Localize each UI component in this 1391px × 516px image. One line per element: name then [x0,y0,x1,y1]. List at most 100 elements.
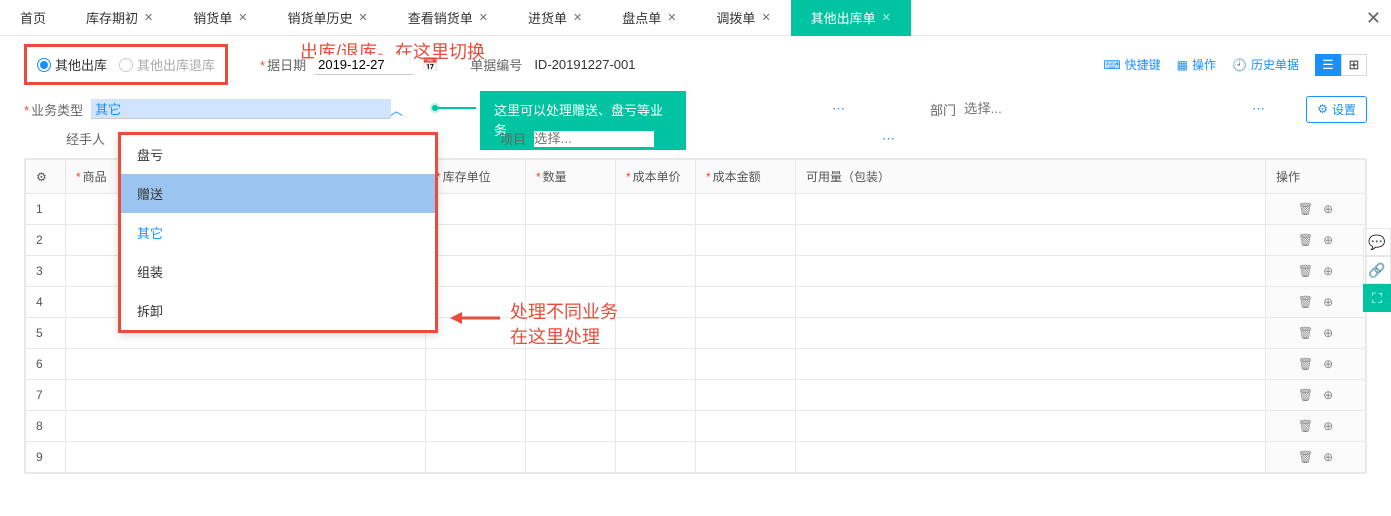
cell-qty[interactable] [526,225,616,256]
table-row[interactable]: 8🗑⊕ [26,411,1366,442]
close-icon[interactable]: ✕ [573,11,582,24]
add-icon[interactable]: ⊕ [1323,419,1333,433]
dropdown-item[interactable]: 盘亏 [121,135,435,174]
cell-amount[interactable] [696,287,796,318]
cell-unit[interactable] [426,287,526,318]
link-icon[interactable]: 🔗 [1363,256,1391,284]
cell-product[interactable] [66,380,426,411]
delete-icon[interactable]: 🗑 [1298,450,1313,464]
cell-avail[interactable] [796,380,1266,411]
cell-avail[interactable] [796,442,1266,473]
tab-transfer[interactable]: 调拨单✕ [696,0,790,36]
dropdown-item[interactable]: 拆卸 [121,291,435,330]
tab-home[interactable]: 首页 [0,0,66,36]
cell-product[interactable] [66,349,426,380]
cell-amount[interactable] [696,225,796,256]
delete-icon[interactable]: 🗑 [1298,295,1313,309]
cell-price[interactable] [616,442,696,473]
tab-view-sales[interactable]: 查看销货单✕ [388,0,508,36]
department-select[interactable] [964,101,1084,117]
cell-avail[interactable] [796,225,1266,256]
close-icon[interactable]: ✕ [238,11,247,24]
cell-amount[interactable] [696,194,796,225]
dropdown-item[interactable]: 赠送 [121,174,435,213]
cell-avail[interactable] [796,318,1266,349]
history-link[interactable]: 🕘历史单据 [1232,56,1299,73]
biztype-input[interactable] [91,99,391,119]
cell-amount[interactable] [696,349,796,380]
cell-price[interactable] [616,256,696,287]
tab-sales-order[interactable]: 销货单✕ [173,0,267,36]
radio-return[interactable]: 其他出库退库 [119,55,215,74]
cell-qty[interactable] [526,194,616,225]
delete-icon[interactable]: 🗑 [1298,388,1313,402]
close-icon[interactable]: ✕ [882,11,891,24]
shortcut-link[interactable]: ⌨快捷键 [1103,56,1160,73]
cell-unit[interactable] [426,380,526,411]
cell-price[interactable] [616,380,696,411]
cell-amount[interactable] [696,380,796,411]
operate-link[interactable]: ▦操作 [1177,56,1216,73]
cell-qty[interactable] [526,287,616,318]
cell-unit[interactable] [426,225,526,256]
comment-icon[interactable]: 💬 [1363,228,1391,256]
tab-stocktake[interactable]: 盘点单✕ [602,0,696,36]
cell-avail[interactable] [796,411,1266,442]
delete-icon[interactable]: 🗑 [1298,326,1313,340]
cell-product[interactable] [66,411,426,442]
cell-product[interactable] [66,442,426,473]
cell-unit[interactable] [426,194,526,225]
cell-avail[interactable] [796,349,1266,380]
view-card-button[interactable]: ⊞ [1341,54,1367,76]
date-input[interactable] [314,55,414,75]
view-list-button[interactable]: ☰ [1315,54,1341,76]
dropdown-item[interactable]: 其它 [121,213,435,252]
radio-outbound[interactable]: 其他出库 [37,55,107,74]
cell-unit[interactable] [426,256,526,287]
cell-qty[interactable] [526,442,616,473]
cell-qty[interactable] [526,411,616,442]
add-icon[interactable]: ⊕ [1323,264,1333,278]
cell-price[interactable] [616,225,696,256]
delete-icon[interactable]: 🗑 [1298,357,1313,371]
cell-price[interactable] [616,194,696,225]
cell-avail[interactable] [796,256,1266,287]
add-icon[interactable]: ⊕ [1323,202,1333,216]
cell-avail[interactable] [796,287,1266,318]
delete-icon[interactable]: 🗑 [1298,419,1313,433]
tab-purchase[interactable]: 进货单✕ [508,0,602,36]
settings-button[interactable]: ⚙设置 [1306,96,1367,123]
cell-unit[interactable] [426,411,526,442]
cell-avail[interactable] [796,194,1266,225]
add-icon[interactable]: ⊕ [1323,450,1333,464]
table-row[interactable]: 6🗑⊕ [26,349,1366,380]
cell-qty[interactable] [526,318,616,349]
calendar-icon[interactable]: 📅 [422,57,438,73]
add-icon[interactable]: ⊕ [1323,295,1333,309]
chevron-up-icon[interactable]: ︿ [390,100,403,119]
add-icon[interactable]: ⊕ [1323,357,1333,371]
tab-sales-history[interactable]: 销货单历史✕ [267,0,387,36]
more-icon[interactable]: ⋯ [1252,101,1265,117]
table-row[interactable]: 7🗑⊕ [26,380,1366,411]
delete-icon[interactable]: 🗑 [1298,264,1313,278]
add-icon[interactable]: ⊕ [1323,388,1333,402]
cell-unit[interactable] [426,442,526,473]
tab-inventory-init[interactable]: 库存期初✕ [66,0,173,36]
close-icon[interactable]: ✕ [667,11,676,24]
expand-icon[interactable]: ⛶ [1363,284,1391,312]
cell-qty[interactable] [526,380,616,411]
delete-icon[interactable]: 🗑 [1298,202,1313,216]
close-icon[interactable]: ✕ [359,11,368,24]
cell-amount[interactable] [696,442,796,473]
close-all-icon[interactable]: ✕ [1366,8,1381,29]
cell-price[interactable] [616,349,696,380]
dropdown-item[interactable]: 组装 [121,252,435,291]
add-icon[interactable]: ⊕ [1323,233,1333,247]
add-icon[interactable]: ⊕ [1323,326,1333,340]
cell-price[interactable] [616,318,696,349]
close-icon[interactable]: ✕ [144,11,153,24]
cell-amount[interactable] [696,318,796,349]
close-icon[interactable]: ✕ [479,11,488,24]
cell-amount[interactable] [696,411,796,442]
